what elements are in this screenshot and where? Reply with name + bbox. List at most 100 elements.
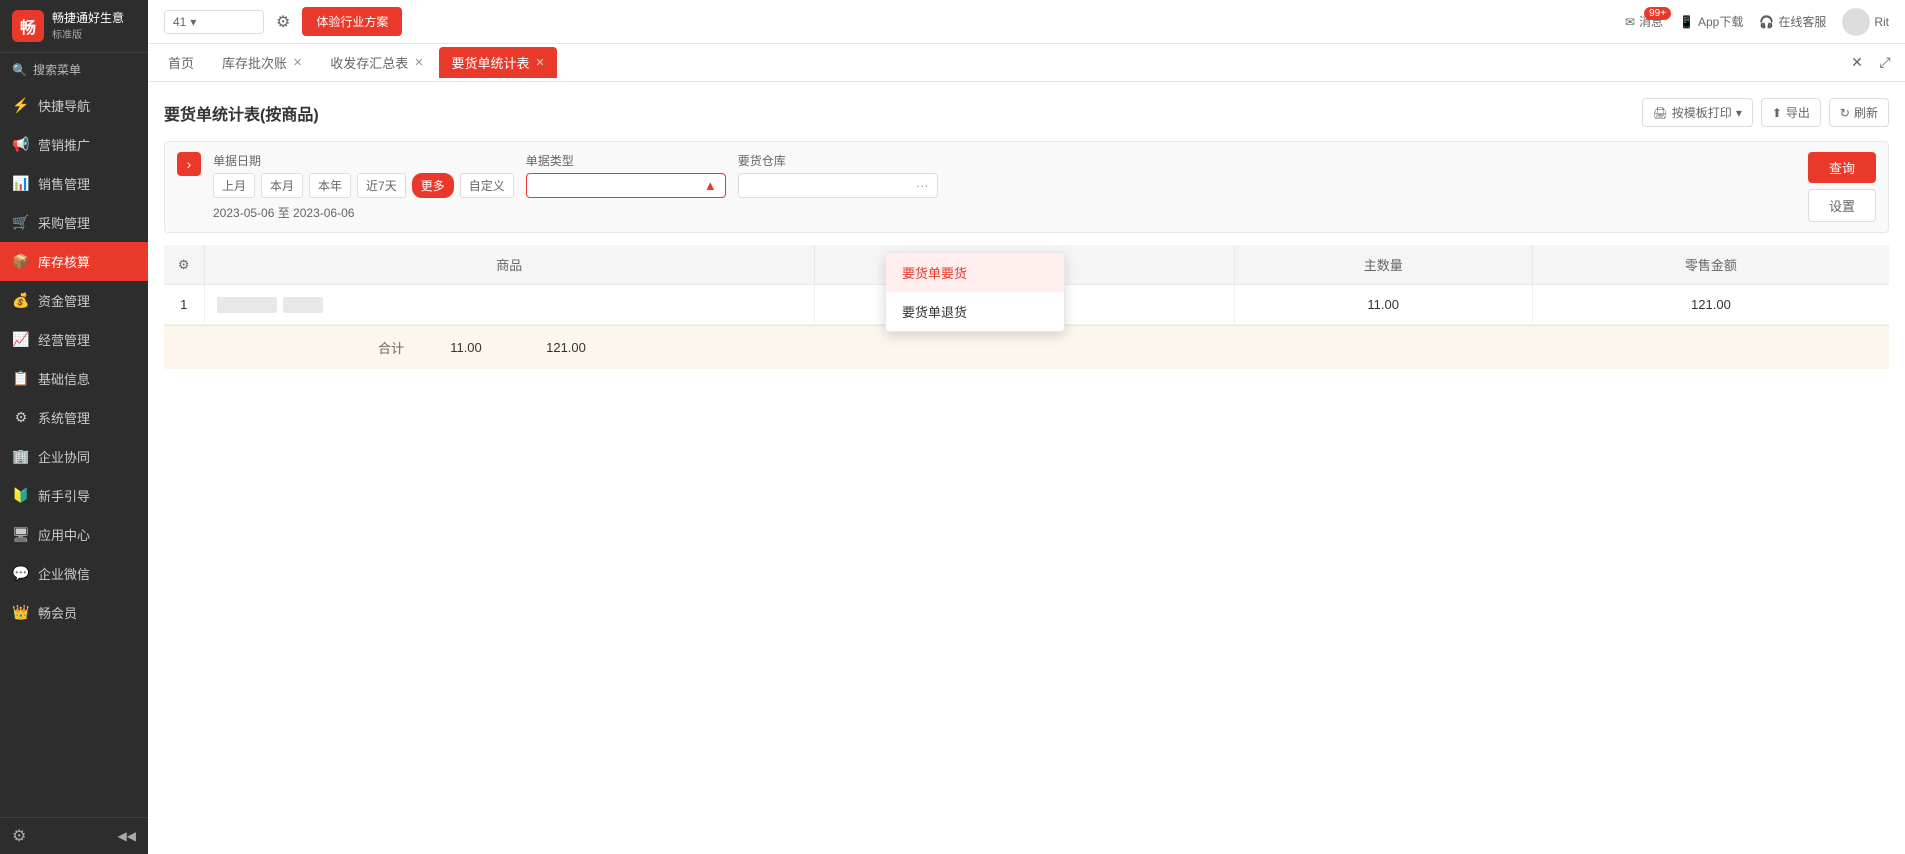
- sidebar-item-enterprise[interactable]: 🏢企业协同: [0, 437, 148, 476]
- avatar: [1842, 8, 1870, 36]
- print-icon: 🖨: [1653, 106, 1668, 120]
- nav-label-quick-nav: 快捷导航: [38, 96, 90, 115]
- sidebar-item-app-center[interactable]: 🖥应用中心: [0, 515, 148, 554]
- footer-amount: 121.00: [516, 340, 616, 355]
- page-actions: 🖨 按模板打印 ▾ ⬆ 导出 ↻ 刷新: [1642, 98, 1889, 127]
- warehouse-filter-input-row[interactable]: ···: [738, 173, 938, 198]
- sidebar-item-sales[interactable]: 📊销售管理: [0, 164, 148, 203]
- date-filter-label: 单据日期: [213, 152, 514, 169]
- user-avatar-area[interactable]: Rit: [1842, 8, 1889, 36]
- type-filter-group: 单据类型 ▲: [526, 152, 726, 198]
- nav-icon-finance: 💰: [12, 292, 30, 310]
- cell-product: [204, 285, 815, 325]
- chevron-up-icon[interactable]: ▲: [704, 178, 717, 193]
- date-btn-近7天[interactable]: 近7天: [357, 173, 406, 198]
- date-range-display: 2023-05-06 至 2023-06-06: [213, 204, 514, 221]
- tab-close-recv-summary[interactable]: ✕: [414, 56, 423, 69]
- store-name: 41: [173, 15, 186, 29]
- sidebar-bottom: ⚙ ◀◀: [0, 817, 148, 854]
- tab-label-home: 首页: [168, 53, 194, 72]
- logo-icon: 畅: [12, 10, 44, 42]
- close-all-tab-button[interactable]: ✕: [1845, 51, 1869, 75]
- export-label: 导出: [1786, 104, 1810, 121]
- nav-icon-purchase: 🛒: [12, 214, 30, 232]
- date-btn-more[interactable]: 更多: [412, 173, 454, 198]
- tabs-bar: 首页库存批次账✕收发存汇总表✕要货单统计表✕ ✕ ⤢: [148, 44, 1905, 82]
- print-button[interactable]: 🖨 按模板打印 ▾: [1642, 98, 1753, 127]
- date-btn-本月[interactable]: 本月: [261, 173, 303, 198]
- dropdown-item-order-purchase[interactable]: 要货单要货: [886, 253, 1064, 292]
- filter-expand-button[interactable]: ›: [177, 152, 201, 176]
- sidebar-search-label: 搜索菜单: [33, 61, 81, 78]
- warehouse-filter-input[interactable]: [747, 179, 912, 193]
- date-btn-custom[interactable]: 自定义: [460, 173, 514, 198]
- collapse-icon[interactable]: ◀◀: [118, 829, 136, 843]
- type-filter-input-row[interactable]: ▲: [526, 173, 726, 198]
- query-button[interactable]: 查询: [1808, 152, 1876, 183]
- industry-button[interactable]: 体验行业方案: [302, 7, 402, 36]
- nav-label-inventory: 库存核算: [38, 252, 90, 271]
- app-icon: 📱: [1679, 15, 1694, 29]
- sidebar-search[interactable]: 🔍 搜索菜单: [0, 53, 148, 86]
- sidebar-item-member[interactable]: 👑畅会员: [0, 593, 148, 632]
- export-button[interactable]: ⬆ 导出: [1761, 98, 1821, 127]
- type-filter-input[interactable]: [535, 179, 700, 193]
- sidebar-item-basic-info[interactable]: 📋基础信息: [0, 359, 148, 398]
- page-container: 要货单统计表(按商品) 🖨 按模板打印 ▾ ⬆ 导出 ↻ 刷新: [148, 82, 1905, 854]
- nav-icon-member: 👑: [12, 604, 30, 622]
- settings-icon: ⚙: [178, 257, 190, 272]
- tab-order-stats[interactable]: 要货单统计表✕: [439, 47, 556, 78]
- sidebar-logo: 畅 畅捷通好生意 标准版: [0, 0, 148, 53]
- nav-icon-system: ⚙: [12, 409, 30, 427]
- sidebar-item-purchase[interactable]: 🛒采购管理: [0, 203, 148, 242]
- col-quantity: 主数量: [1234, 245, 1532, 285]
- filter-settings-button[interactable]: 设置: [1808, 189, 1876, 222]
- online-service[interactable]: 🎧 在线客服: [1759, 13, 1826, 30]
- tab-recv-summary[interactable]: 收发存汇总表✕: [318, 47, 435, 78]
- more-icon[interactable]: ···: [916, 178, 929, 193]
- refresh-button[interactable]: ↻ 刷新: [1829, 98, 1889, 127]
- expand-tab-button[interactable]: ⤢: [1873, 51, 1897, 75]
- sidebar: 畅 畅捷通好生意 标准版 🔍 搜索菜单 ⚡快捷导航📢营销推广📊销售管理🛒采购管理…: [0, 0, 148, 854]
- sidebar-item-wechat[interactable]: 💬企业微信: [0, 554, 148, 593]
- sidebar-item-marketing[interactable]: 📢营销推广: [0, 125, 148, 164]
- date-btn-本年[interactable]: 本年: [309, 173, 351, 198]
- refresh-icon: ↻: [1840, 106, 1850, 120]
- settings-icon[interactable]: ⚙: [12, 826, 26, 846]
- tab-inventory-batch[interactable]: 库存批次账 ✕: [210, 47, 314, 78]
- type-dropdown: 要货单要货要货单退货: [885, 252, 1065, 332]
- message-badge-item[interactable]: ✉ 消息 99+: [1625, 13, 1663, 30]
- tab-close-inventory-batch[interactable]: ✕: [293, 56, 302, 69]
- nav-label-system: 系统管理: [38, 408, 90, 427]
- refresh-label: 刷新: [1854, 104, 1878, 121]
- header-right: ✉ 消息 99+ 📱 App下载 🎧 在线客服 Rit: [1625, 8, 1889, 36]
- warehouse-filter-group: 要货仓库 ···: [738, 152, 938, 198]
- sidebar-item-inventory[interactable]: 📦 库存核算: [0, 242, 148, 281]
- store-selector[interactable]: 41 ▾: [164, 10, 264, 34]
- cell-no: 1: [164, 285, 204, 325]
- header-left: 41 ▾ ⚙ 体验行业方案: [164, 7, 402, 36]
- sidebar-item-quick-nav[interactable]: ⚡快捷导航: [0, 86, 148, 125]
- col-settings[interactable]: ⚙: [164, 245, 204, 285]
- main-content: 要货单统计表(按商品) 🖨 按模板打印 ▾ ⬆ 导出 ↻ 刷新: [148, 82, 1905, 854]
- date-options-row: 上月本月本年近7天更多自定义: [213, 173, 514, 198]
- app-download[interactable]: 📱 App下载: [1679, 13, 1743, 30]
- sidebar-item-system[interactable]: ⚙ 系统管理: [0, 398, 148, 437]
- dropdown-item-order-return[interactable]: 要货单退货: [886, 292, 1064, 331]
- nav-label-guide: 新手引导: [38, 486, 90, 505]
- date-btn-上月[interactable]: 上月: [213, 173, 255, 198]
- nav-icon-inventory: 📦: [12, 253, 30, 271]
- message-icon: ✉: [1625, 15, 1635, 29]
- date-filter-group: 单据日期 上月本月本年近7天更多自定义 2023-05-06 至 2023-06…: [213, 152, 514, 221]
- sidebar-nav: ⚡快捷导航📢营销推广📊销售管理🛒采购管理 📦 库存核算 💰资金管理📈经营管理📋基础信息…: [0, 86, 148, 817]
- gear-icon[interactable]: ⚙: [276, 12, 290, 32]
- sidebar-item-operations[interactable]: 📈经营管理: [0, 320, 148, 359]
- service-label: 在线客服: [1778, 13, 1826, 30]
- cell-amount: 121.00: [1532, 285, 1889, 325]
- tab-close-order-stats[interactable]: ✕: [536, 56, 545, 69]
- tab-label-inventory-batch: 库存批次账: [222, 53, 287, 72]
- sidebar-item-finance[interactable]: 💰资金管理: [0, 281, 148, 320]
- footer-label: 合计: [216, 338, 416, 357]
- sidebar-item-guide[interactable]: 🔰新手引导: [0, 476, 148, 515]
- tab-home[interactable]: 首页: [156, 47, 206, 78]
